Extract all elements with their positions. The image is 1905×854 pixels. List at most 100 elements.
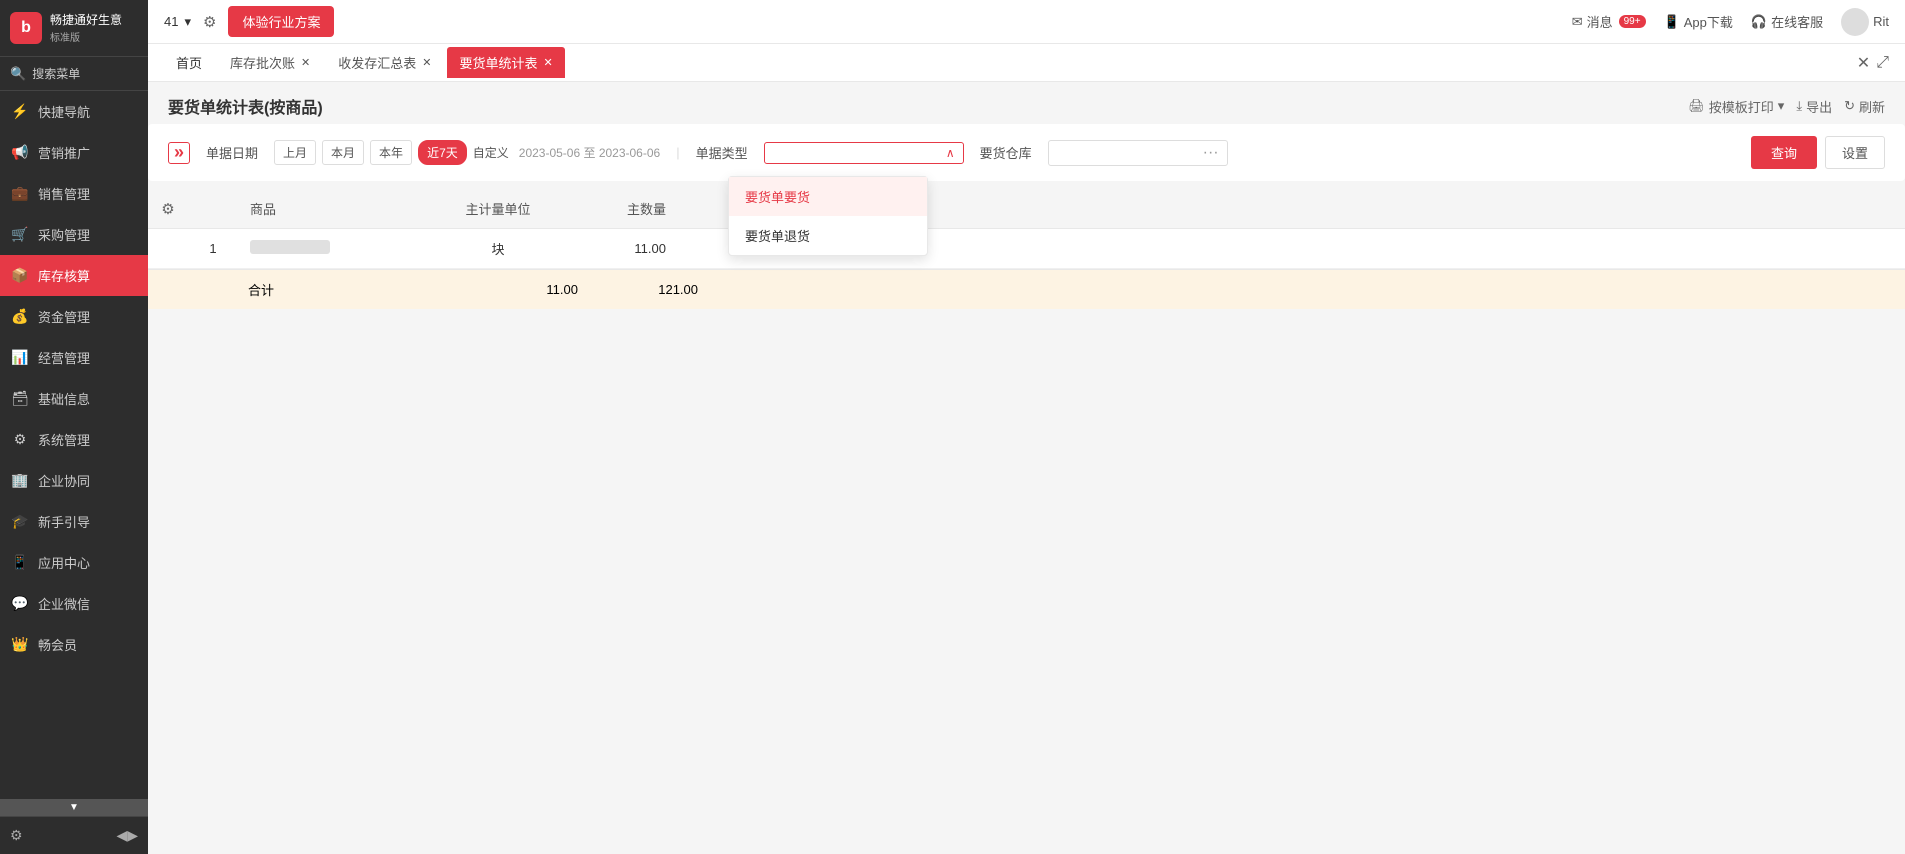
topbar-gear-icon[interactable]: ⚙ <box>203 13 216 31</box>
sidebar: b 畅捷通好生意 标准版 🔍 搜索菜单 ⚡ 快捷导航 📢 营销推广 💼 销售管理… <box>0 0 148 854</box>
summary-row: 合计 11.00 121.00 <box>148 269 1905 309</box>
content-area: 要货单统计表(按商品) 🖨 按模板打印 ▾ ⤓ 导出 ↻ 刷新 <box>148 82 1905 854</box>
search-icon: 🔍 <box>10 66 26 82</box>
th-unit: 主计量单位 <box>438 189 558 229</box>
sidebar-item-marketing[interactable]: 📢 营销推广 <box>0 132 148 173</box>
sidebar-item-base[interactable]: 🗃 基础信息 <box>0 378 148 419</box>
msg-label: 消息 <box>1587 12 1613 31</box>
sidebar-item-label: 采购管理 <box>38 225 90 244</box>
user-btn[interactable]: Rit <box>1841 8 1889 36</box>
tab-expand-btn[interactable]: ⤢ <box>1876 54 1889 72</box>
sidebar-nav: ⚡ 快捷导航 📢 营销推广 💼 销售管理 🛒 采购管理 📦 库存核算 💰 资金管… <box>0 91 148 799</box>
sidebar-item-quick-nav[interactable]: ⚡ 快捷导航 <box>0 91 148 132</box>
refresh-btn[interactable]: ↻ 刷新 <box>1844 97 1885 116</box>
warehouse-selector[interactable]: ··· <box>1048 140 1228 166</box>
sidebar-logo: b 畅捷通好生意 标准版 <box>0 0 148 57</box>
sidebar-item-guide[interactable]: 🎓 新手引导 <box>0 501 148 542</box>
sidebar-item-purchase[interactable]: 🛒 采购管理 <box>0 214 148 255</box>
type-dropdown: 要货单要货 要货单退货 <box>728 176 928 256</box>
sidebar-item-enterprise[interactable]: 🏢 企业协同 <box>0 460 148 501</box>
dropdown-item-label: 要货单退货 <box>745 229 810 244</box>
refresh-icon: ↻ <box>1844 98 1855 114</box>
settings-filter-btn[interactable]: 设置 <box>1825 136 1885 169</box>
filter-row: » 单据日期 上月 本月 本年 近7天 自定义 2023-05-06 至 202… <box>168 136 1885 169</box>
print-arrow-icon: ▾ <box>1778 98 1785 114</box>
date-btn-prev-month[interactable]: 上月 <box>274 140 316 165</box>
filter-expand-btn[interactable]: » <box>168 142 190 164</box>
topbar: 41 ▾ ⚙ 体验行业方案 ✉ 消息 99+ 📱 App下载 🎧 在线客服 R <box>148 0 1905 44</box>
sidebar-item-label: 经营管理 <box>38 348 90 367</box>
sidebar-search[interactable]: 🔍 搜索菜单 <box>0 57 148 91</box>
tab-close-inventory-batch[interactable]: ✕ <box>301 56 310 69</box>
tab-close-collect-summary[interactable]: ✕ <box>422 56 431 69</box>
app-icon: 📱 <box>1664 14 1680 30</box>
export-btn[interactable]: ⤓ 导出 <box>1796 97 1832 116</box>
date-custom[interactable]: 自定义 <box>473 144 509 161</box>
sidebar-item-label: 应用中心 <box>38 553 90 572</box>
query-btn[interactable]: 查询 <box>1751 136 1817 169</box>
td-unit: 块 <box>438 229 558 269</box>
sidebar-item-sales[interactable]: 💼 销售管理 <box>0 173 148 214</box>
trial-btn[interactable]: 体验行业方案 <box>228 6 334 37</box>
sidebar-item-finance[interactable]: 💰 资金管理 <box>0 296 148 337</box>
summary-label: 合计 <box>248 283 274 298</box>
tabbar: 首页 库存批次账 ✕ 收发存汇总表 ✕ 要货单统计表 ✕ ✕ ⤢ <box>148 44 1905 82</box>
sidebar-bottom: ⚙ ◀▶ <box>0 816 148 854</box>
table-row: 1 块 11.00 121.00 <box>148 229 1905 269</box>
sidebar-item-label: 销售管理 <box>38 184 90 203</box>
tab-collect-summary[interactable]: 收发存汇总表 ✕ <box>326 47 443 78</box>
print-btn[interactable]: 🖨 按模板打印 ▾ <box>1688 97 1784 116</box>
tab-order-stats[interactable]: 要货单统计表 ✕ <box>447 47 564 78</box>
base-icon: 🗃 <box>10 390 30 407</box>
tab-close-order-stats[interactable]: ✕ <box>544 56 553 69</box>
table-settings-icon[interactable]: ⚙ <box>161 201 174 218</box>
store-selector[interactable]: 41 ▾ <box>164 14 191 30</box>
sidebar-item-wechat[interactable]: 💬 企业微信 <box>0 583 148 624</box>
settings-btn-sidebar[interactable]: ⚙ <box>10 827 23 844</box>
app-download-btn[interactable]: 📱 App下载 <box>1664 12 1733 31</box>
collapse-btn[interactable]: ◀▶ <box>116 827 138 844</box>
service-btn[interactable]: 🎧 在线客服 <box>1751 12 1823 31</box>
sidebar-item-member[interactable]: 👑 畅会员 <box>0 624 148 665</box>
sidebar-item-label: 快捷导航 <box>38 102 90 121</box>
dropdown-item-label: 要货单要货 <box>745 190 810 205</box>
app-subtitle: 标准版 <box>50 29 122 44</box>
date-btn-this-year[interactable]: 本年 <box>370 140 412 165</box>
business-icon: 📊 <box>10 349 30 366</box>
app-title: 畅捷通好生意 <box>50 12 122 29</box>
dropdown-item-order-goods[interactable]: 要货单要货 <box>729 177 927 216</box>
sidebar-scroll-down[interactable]: ▼ <box>0 799 148 816</box>
sidebar-item-appstore[interactable]: 📱 应用中心 <box>0 542 148 583</box>
page-title: 要货单统计表(按商品) <box>168 94 323 118</box>
sidebar-item-label: 基础信息 <box>38 389 90 408</box>
page-actions: 🖨 按模板打印 ▾ ⤓ 导出 ↻ 刷新 <box>1688 97 1885 116</box>
user-name: Rit <box>1873 14 1889 29</box>
msg-icon: ✉ <box>1572 14 1583 30</box>
msg-btn[interactable]: ✉ 消息 99+ <box>1572 12 1646 31</box>
table-wrapper: ⚙ 商品 主计量单位 主数量 零售金额 1 <box>148 189 1905 269</box>
date-btn-this-month[interactable]: 本月 <box>322 140 364 165</box>
dropdown-item-order-return[interactable]: 要货单退货 <box>729 216 927 255</box>
sidebar-item-inventory[interactable]: 📦 库存核算 <box>0 255 148 296</box>
summary-qty-val: 11.00 <box>546 282 578 297</box>
type-selector[interactable]: ∧ <box>764 142 964 164</box>
filter-buttons: 查询 设置 <box>1751 136 1885 169</box>
summary-amount-val: 121.00 <box>658 282 698 297</box>
td-goods <box>238 229 438 269</box>
finance-icon: 💰 <box>10 308 30 325</box>
tab-inventory-batch[interactable]: 库存批次账 ✕ <box>218 47 322 78</box>
service-label: 在线客服 <box>1771 12 1823 31</box>
sidebar-item-system[interactable]: ⚙ 系统管理 <box>0 419 148 460</box>
sales-icon: 💼 <box>10 185 30 202</box>
tab-close-btn[interactable]: ✕ <box>1857 53 1870 73</box>
sidebar-item-label: 畅会员 <box>38 635 77 654</box>
quick-nav-icon: ⚡ <box>10 103 30 120</box>
warehouse-label: 要货仓库 <box>980 143 1032 162</box>
sidebar-item-business[interactable]: 📊 经营管理 <box>0 337 148 378</box>
tab-home[interactable]: 首页 <box>164 47 214 78</box>
goods-name-blurred <box>250 240 330 254</box>
sidebar-item-label: 营销推广 <box>38 143 90 162</box>
date-btn-7days[interactable]: 近7天 <box>418 140 467 165</box>
export-label: 导出 <box>1806 97 1832 116</box>
summary-amount: 121.00 <box>598 282 718 297</box>
